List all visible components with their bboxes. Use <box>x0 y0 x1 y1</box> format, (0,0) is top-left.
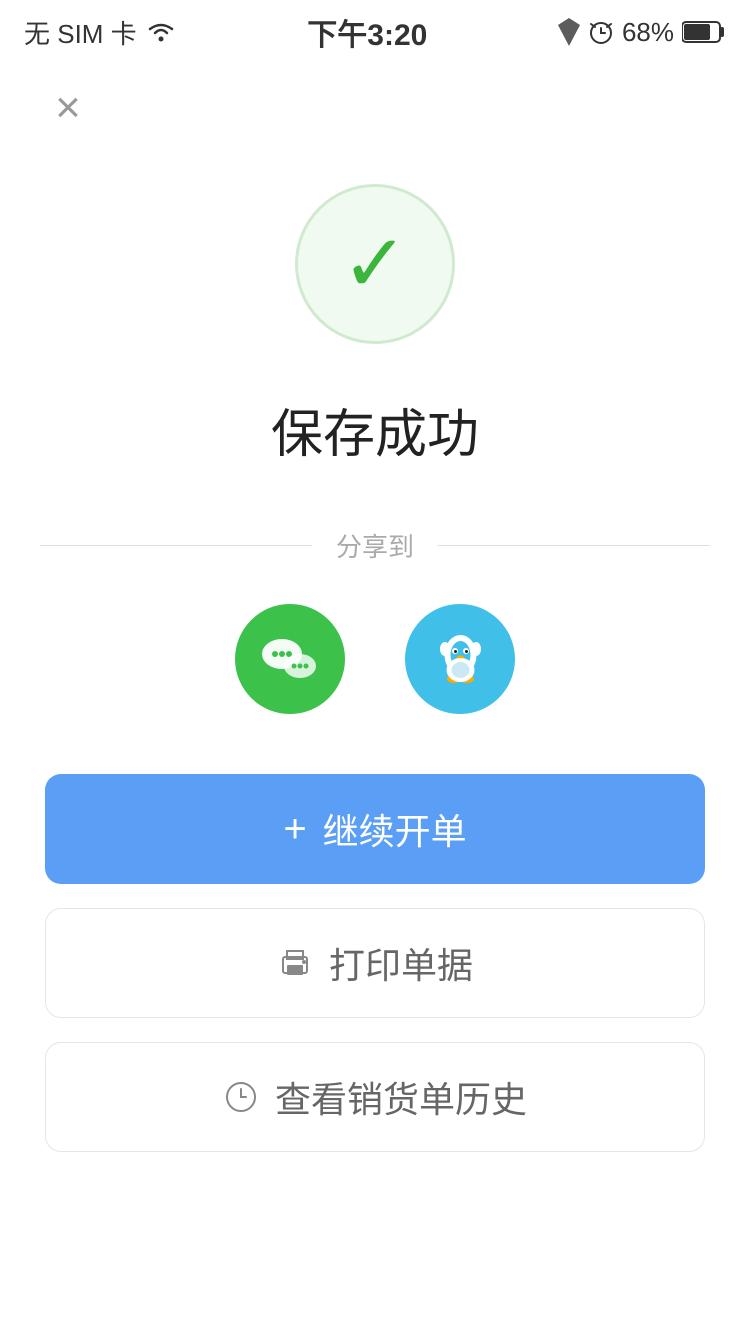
alarm-icon <box>588 19 614 45</box>
print-icon <box>277 945 313 981</box>
divider-right <box>438 545 710 546</box>
wifi-icon <box>145 20 177 44</box>
success-title: 保存成功 <box>271 392 479 467</box>
wechat-icon <box>255 624 325 694</box>
history-icon <box>223 1079 259 1115</box>
action-buttons: + 继续开单 打印单据 查看销货单历史 <box>45 774 705 1152</box>
battery-icon <box>682 20 726 44</box>
qq-share-button[interactable] <box>405 604 515 714</box>
print-button[interactable]: 打印单据 <box>45 908 705 1018</box>
continue-label: 继续开单 <box>323 803 467 855</box>
status-time: 下午3:20 <box>307 10 427 54</box>
history-button[interactable]: 查看销货单历史 <box>45 1042 705 1152</box>
wechat-share-button[interactable] <box>235 604 345 714</box>
location-icon <box>558 18 580 46</box>
divider-left <box>40 545 312 546</box>
close-button[interactable]: × <box>40 80 96 136</box>
close-icon: × <box>55 86 81 130</box>
checkmark-icon: ✓ <box>341 224 408 304</box>
history-label: 查看销货单历史 <box>275 1071 527 1123</box>
share-label: 分享到 <box>312 527 438 564</box>
status-indicators: 68% <box>558 17 726 48</box>
plus-icon: + <box>283 807 306 852</box>
continue-button[interactable]: + 继续开单 <box>45 774 705 884</box>
share-icons <box>235 604 515 714</box>
success-indicator: ✓ <box>295 184 455 344</box>
battery-text: 68% <box>622 17 674 48</box>
share-section: 分享到 <box>0 527 750 714</box>
carrier-text: 无 SIM 卡 <box>24 14 137 51</box>
share-divider: 分享到 <box>0 527 750 564</box>
status-carrier: 无 SIM 卡 <box>24 14 177 51</box>
qq-icon <box>428 627 493 692</box>
status-bar: 无 SIM 卡 下午3:20 68% <box>0 0 750 64</box>
main-content: ✓ 保存成功 分享到 <box>0 64 750 1152</box>
print-label: 打印单据 <box>329 937 473 989</box>
